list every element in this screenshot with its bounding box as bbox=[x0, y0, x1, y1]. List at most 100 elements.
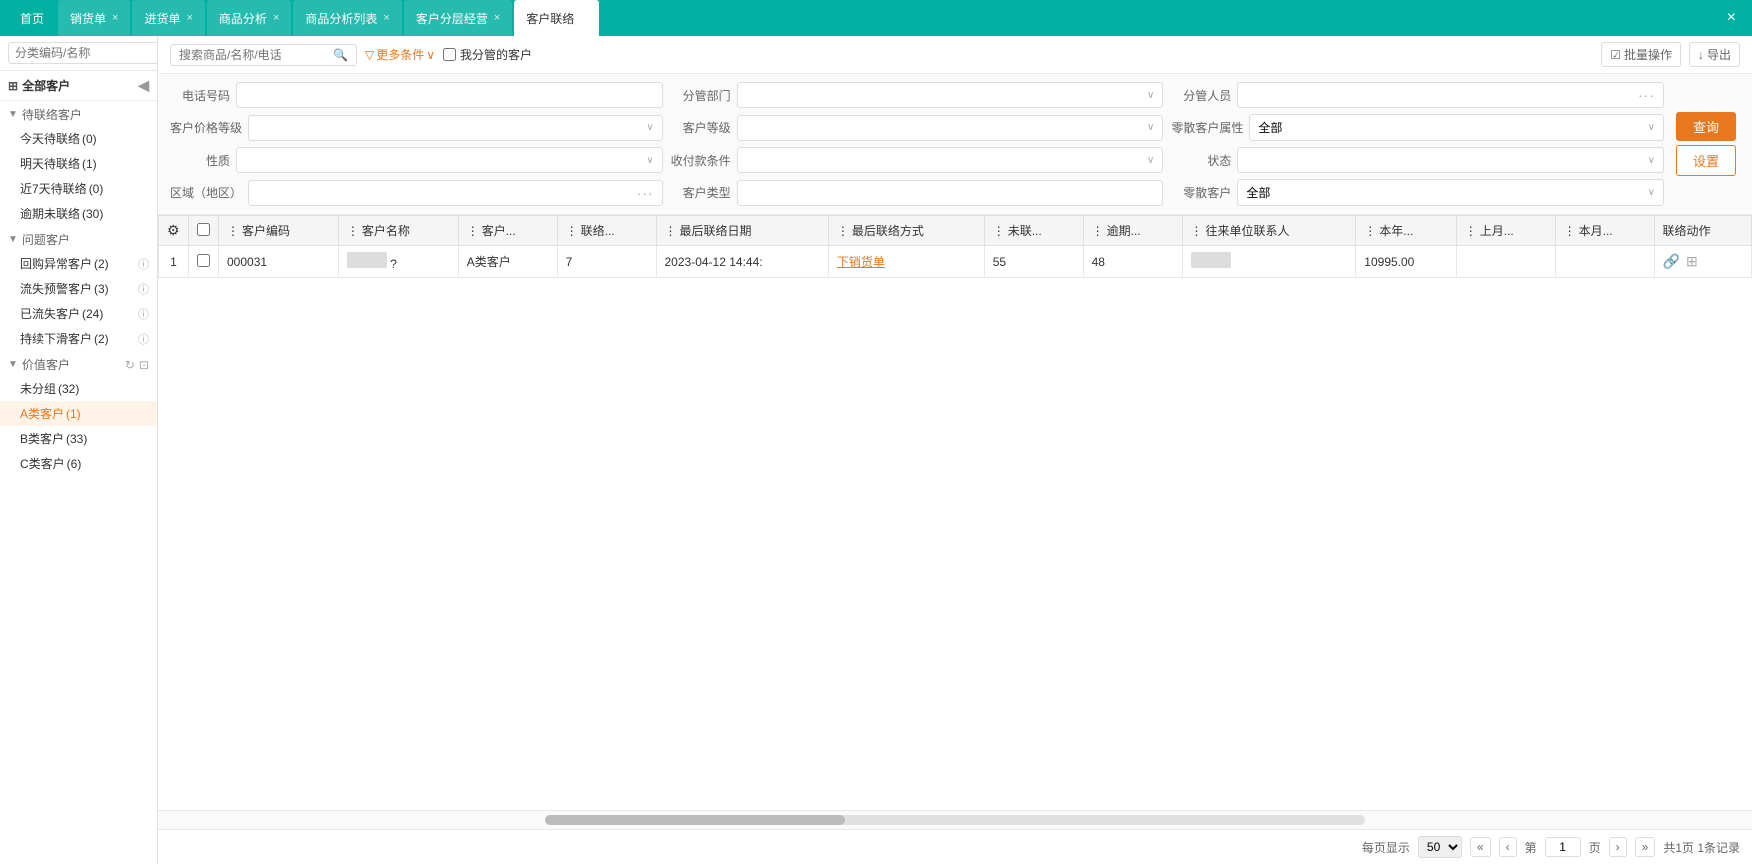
dept-arrow-icon: ∨ bbox=[1147, 90, 1154, 101]
last-page-btn[interactable]: » bbox=[1635, 837, 1656, 857]
nav-tab-customer-segment-label: 客户分层经营 bbox=[416, 10, 488, 27]
my-customers-checkbox[interactable] bbox=[443, 48, 456, 61]
page-number-input[interactable] bbox=[1545, 837, 1581, 857]
row-last-month-amount bbox=[1456, 246, 1555, 278]
next-page-btn[interactable]: › bbox=[1609, 837, 1627, 857]
value-customer-actions: ↻ ⊡ bbox=[125, 358, 149, 372]
prev-page-btn[interactable]: ‹ bbox=[1499, 837, 1517, 857]
customer-type-input[interactable] bbox=[737, 180, 1164, 206]
col-last-date-sort[interactable]: ⋮ bbox=[665, 224, 677, 238]
row-last-way-link[interactable]: 下销货单 bbox=[837, 255, 885, 269]
filter-search-box[interactable]: 🔍 bbox=[170, 44, 357, 66]
help-icon-lost[interactable]: ⓘ bbox=[138, 306, 149, 322]
sidebar-item-overdue[interactable]: 逾期未联络 (30) bbox=[0, 201, 157, 226]
close-analysis-list-icon[interactable]: × bbox=[383, 12, 389, 24]
filter-search-input[interactable] bbox=[179, 48, 329, 62]
col-name-sort[interactable]: ⋮ bbox=[347, 224, 359, 238]
settings-small-icon[interactable]: ⊡ bbox=[139, 358, 149, 372]
all-customers-header[interactable]: ⊞ 全部客户 ◀ bbox=[0, 71, 157, 101]
customer-grade-select[interactable]: ∨ bbox=[737, 115, 1164, 141]
query-button[interactable]: 查询 bbox=[1676, 112, 1736, 141]
horizontal-scrollbar[interactable] bbox=[545, 815, 1365, 825]
nature-select[interactable]: ∨ bbox=[236, 147, 663, 173]
lostwarning-count: (3) bbox=[94, 282, 109, 296]
sidebar-item-today[interactable]: 今天待联络 (0) bbox=[0, 126, 157, 151]
col-not-contacted-sort[interactable]: ⋮ bbox=[993, 224, 1005, 238]
sidebar-item-declining[interactable]: 持续下滑客户 (2) ⓘ bbox=[0, 326, 157, 351]
dept-select[interactable]: ∨ bbox=[737, 82, 1164, 108]
sidebar-item-7days[interactable]: 近7天待联络 (0) bbox=[0, 176, 157, 201]
nav-tab-sales-label: 销货单 bbox=[70, 10, 106, 27]
col-type-sort[interactable]: ⋮ bbox=[467, 224, 479, 238]
col-year-sort[interactable]: ⋮ bbox=[1364, 224, 1376, 238]
close-purchase-icon[interactable]: × bbox=[186, 12, 192, 24]
sidebar-item-class-c[interactable]: C类客户 (6) bbox=[0, 451, 157, 476]
first-page-btn[interactable]: « bbox=[1470, 837, 1491, 857]
select-all-checkbox[interactable] bbox=[197, 223, 210, 236]
row-contact-count: 7 bbox=[557, 246, 656, 278]
status-select[interactable]: ∨ bbox=[1237, 147, 1664, 173]
close-analysis-icon[interactable]: × bbox=[273, 12, 279, 24]
class-a-count: (1) bbox=[66, 407, 81, 421]
customer-type-field: 客户类型 bbox=[671, 180, 1164, 206]
batch-operation-btn[interactable]: ☑ 批量操作 bbox=[1601, 42, 1681, 67]
close-customer-segment-icon[interactable]: × bbox=[494, 12, 500, 24]
manager-input[interactable]: ··· bbox=[1237, 82, 1664, 108]
row-link-icon[interactable]: 🔗 bbox=[1663, 253, 1680, 270]
row-checkbox[interactable] bbox=[197, 254, 210, 267]
col-last-month-sort[interactable]: ⋮ bbox=[1465, 224, 1477, 238]
col-last-way-sort[interactable]: ⋮ bbox=[837, 224, 849, 238]
status-arrow-icon: ∨ bbox=[1648, 155, 1655, 166]
sidebar-item-class-a[interactable]: A类客户 (1) bbox=[0, 401, 157, 426]
filter-search-icon[interactable]: 🔍 bbox=[333, 48, 348, 62]
payment-select[interactable]: ∨ bbox=[737, 147, 1164, 173]
nav-tab-customer-segment[interactable]: 客户分层经营 × bbox=[404, 0, 512, 36]
help-icon-repurchase[interactable]: ⓘ bbox=[138, 256, 149, 272]
sidebar-item-tomorrow[interactable]: 明天待联络 (1) bbox=[0, 151, 157, 176]
col-contact-num-sort[interactable]: ⋮ bbox=[566, 224, 578, 238]
sidebar-group-pending[interactable]: ▼ 待联络客户 bbox=[0, 101, 157, 126]
sidebar-group-value[interactable]: ▼ 价值客户 ↻ ⊡ bbox=[0, 351, 157, 376]
settings-button[interactable]: 设置 bbox=[1676, 145, 1736, 176]
row-grid-icon[interactable]: ⊞ bbox=[1686, 253, 1698, 270]
col-overdue-sort[interactable]: ⋮ bbox=[1092, 224, 1104, 238]
price-grade-select[interactable]: ∨ bbox=[248, 115, 663, 141]
nav-tab-analysis[interactable]: 商品分析 × bbox=[207, 0, 291, 36]
window-close-icon[interactable]: × bbox=[1719, 9, 1744, 27]
nav-tab-sales[interactable]: 销货单 × bbox=[58, 0, 130, 36]
lost-count: (24) bbox=[82, 307, 103, 321]
sidebar-item-unclassified[interactable]: 未分组 (32) bbox=[0, 376, 157, 401]
phone-input[interactable] bbox=[236, 82, 663, 108]
help-icon-lostwarning[interactable]: ⓘ bbox=[138, 281, 149, 297]
nav-tab-analysis-list[interactable]: 商品分析列表 × bbox=[293, 0, 401, 36]
col-code-sort[interactable]: ⋮ bbox=[227, 224, 239, 238]
sidebar-search-input[interactable] bbox=[8, 42, 158, 64]
refresh-icon[interactable]: ↻ bbox=[125, 358, 135, 372]
horizontal-scrollbar-thumb[interactable] bbox=[545, 815, 845, 825]
nav-tab-home[interactable]: 首页 bbox=[8, 0, 56, 36]
my-customers-filter[interactable]: 我分管的客户 bbox=[443, 46, 532, 63]
export-btn[interactable]: ↓ 导出 bbox=[1689, 42, 1740, 67]
scatter-customer-select[interactable]: 全部 ∨ bbox=[1237, 179, 1664, 206]
table-settings-col[interactable]: ⚙ bbox=[159, 216, 189, 246]
col-unit-contact-sort[interactable]: ⋮ bbox=[1191, 224, 1203, 238]
sidebar-item-lostwarning[interactable]: 流失预警客户 (3) ⓘ bbox=[0, 276, 157, 301]
sidebar-collapse-icon[interactable]: ◀ bbox=[138, 77, 149, 94]
col-this-month: ⋮ 本月... bbox=[1555, 216, 1654, 246]
class-b-count: (33) bbox=[66, 432, 87, 446]
region-input[interactable]: ··· bbox=[248, 180, 663, 206]
help-icon-declining[interactable]: ⓘ bbox=[138, 331, 149, 347]
adv-filter-row-2: 客户价格等级 ∨ 客户等级 ∨ 零散客户属性 bbox=[170, 114, 1664, 141]
col-this-month-sort[interactable]: ⋮ bbox=[1564, 224, 1576, 238]
sidebar-group-problem[interactable]: ▼ 问题客户 bbox=[0, 226, 157, 251]
scatter-attr-select[interactable]: 全部 ∨ bbox=[1249, 114, 1664, 141]
nav-tab-customer-contact[interactable]: 客户联络 × bbox=[514, 0, 598, 36]
close-customer-contact-icon[interactable]: × bbox=[580, 12, 586, 24]
sidebar-item-lost[interactable]: 已流失客户 (24) ⓘ bbox=[0, 301, 157, 326]
per-page-select[interactable]: 50 bbox=[1418, 836, 1462, 858]
more-filters-btn[interactable]: ▽ 更多条件 ∨ bbox=[365, 46, 435, 63]
nav-tab-purchase[interactable]: 进货单 × bbox=[132, 0, 204, 36]
sidebar-item-repurchase[interactable]: 回购异常客户 (2) ⓘ bbox=[0, 251, 157, 276]
sidebar-item-class-b[interactable]: B类客户 (33) bbox=[0, 426, 157, 451]
close-sales-icon[interactable]: × bbox=[112, 12, 118, 24]
